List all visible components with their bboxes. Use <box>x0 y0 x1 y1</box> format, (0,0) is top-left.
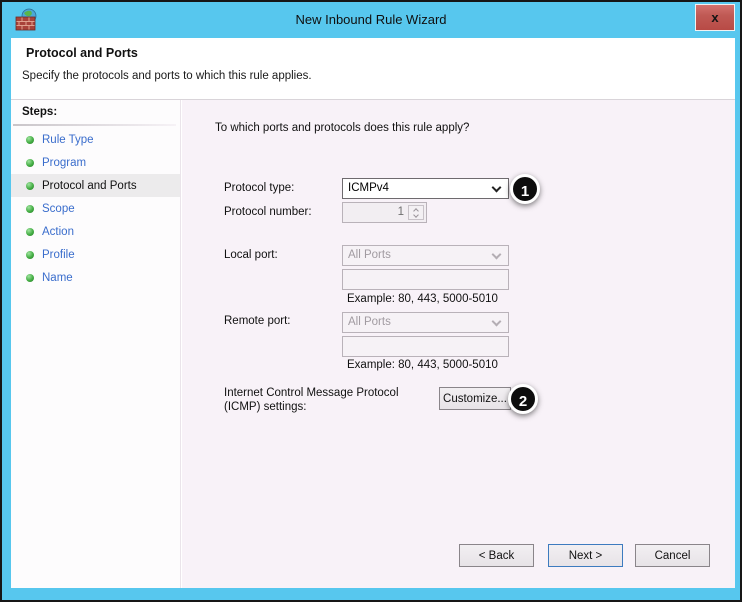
local-port-value: All Ports <box>348 249 391 261</box>
close-icon: x <box>711 10 719 25</box>
remote-port-example: Example: 80, 443, 5000-5010 <box>347 359 498 371</box>
protocol-type-dropdown[interactable]: ICMPv4 <box>342 178 509 199</box>
step-bullet-icon <box>26 204 34 213</box>
steps-divider <box>13 124 176 126</box>
icmp-label-line2: (ICMP) settings: <box>224 400 307 413</box>
remote-port-label: Remote port: <box>224 315 291 327</box>
sidebar-item-scope[interactable]: Scope <box>11 197 180 220</box>
step-label: Scope <box>42 202 75 215</box>
sidebar-item-program[interactable]: Program <box>11 151 180 174</box>
dialog-body: Protocol and Ports Specify the protocols… <box>11 38 735 588</box>
step-bullet-icon <box>26 227 34 236</box>
local-port-dropdown: All Ports <box>342 245 509 266</box>
step-bullet-icon <box>26 250 34 259</box>
steps-list: Rule Type Program Protocol and Ports Sco… <box>11 128 180 289</box>
protocol-type-label: Protocol type: <box>224 182 295 194</box>
step-label: Protocol and Ports <box>42 179 137 192</box>
sidebar-item-name[interactable]: Name <box>11 266 180 289</box>
protocol-number-spinner: 1 <box>342 202 427 223</box>
annotation-badge-1: 1 <box>510 174 540 204</box>
step-bullet-icon <box>26 158 34 167</box>
back-button[interactable]: < Back <box>459 544 534 567</box>
customize-button[interactable]: Customize... <box>439 387 511 410</box>
chevron-down-icon <box>491 249 502 260</box>
remote-port-dropdown: All Ports <box>342 312 509 333</box>
icmp-settings-label: Internet Control Message Protocol (ICMP)… <box>224 387 434 414</box>
remote-port-value: All Ports <box>348 316 391 328</box>
step-label: Name <box>42 271 73 284</box>
protocol-type-value: ICMPv4 <box>348 182 389 194</box>
steps-sidebar: Steps: Rule Type Program Protocol and Po… <box>11 100 181 588</box>
page-subtitle: Specify the protocols and ports to which… <box>22 70 312 82</box>
title-bar[interactable]: New Inbound Rule Wizard x <box>2 2 740 36</box>
step-label: Action <box>42 225 74 238</box>
icmp-label-line1: Internet Control Message Protocol <box>224 387 399 399</box>
step-label: Profile <box>42 248 75 261</box>
protocol-number-label: Protocol number: <box>224 206 312 218</box>
spin-down-icon <box>409 212 423 220</box>
sidebar-item-rule-type[interactable]: Rule Type <box>11 128 180 151</box>
cancel-button[interactable]: Cancel <box>635 544 710 567</box>
sidebar-item-action[interactable]: Action <box>11 220 180 243</box>
page-title: Protocol and Ports <box>26 46 138 60</box>
main-panel: To which ports and protocols does this r… <box>182 100 735 588</box>
annotation-badge-2: 2 <box>508 384 538 414</box>
remote-port-input <box>342 336 509 357</box>
local-port-label: Local port: <box>224 249 278 261</box>
question-text: To which ports and protocols does this r… <box>215 122 470 134</box>
steps-heading: Steps: <box>22 106 58 118</box>
protocol-number-value: 1 <box>397 206 404 218</box>
local-port-example: Example: 80, 443, 5000-5010 <box>347 293 498 305</box>
step-bullet-icon <box>26 135 34 144</box>
step-label: Program <box>42 156 87 169</box>
step-label: Rule Type <box>42 133 94 146</box>
step-bullet-icon <box>26 273 34 282</box>
close-button[interactable]: x <box>695 4 735 31</box>
local-port-input <box>342 269 509 290</box>
sidebar-item-protocol-and-ports[interactable]: Protocol and Ports <box>11 174 180 197</box>
spin-buttons <box>408 205 424 220</box>
chevron-down-icon <box>491 316 502 327</box>
wizard-window: New Inbound Rule Wizard x Protocol and P… <box>0 0 742 602</box>
step-bullet-icon <box>26 181 34 190</box>
chevron-down-icon <box>491 182 502 193</box>
next-button[interactable]: Next > <box>548 544 623 567</box>
sidebar-item-profile[interactable]: Profile <box>11 243 180 266</box>
window-title: New Inbound Rule Wizard <box>295 12 447 27</box>
